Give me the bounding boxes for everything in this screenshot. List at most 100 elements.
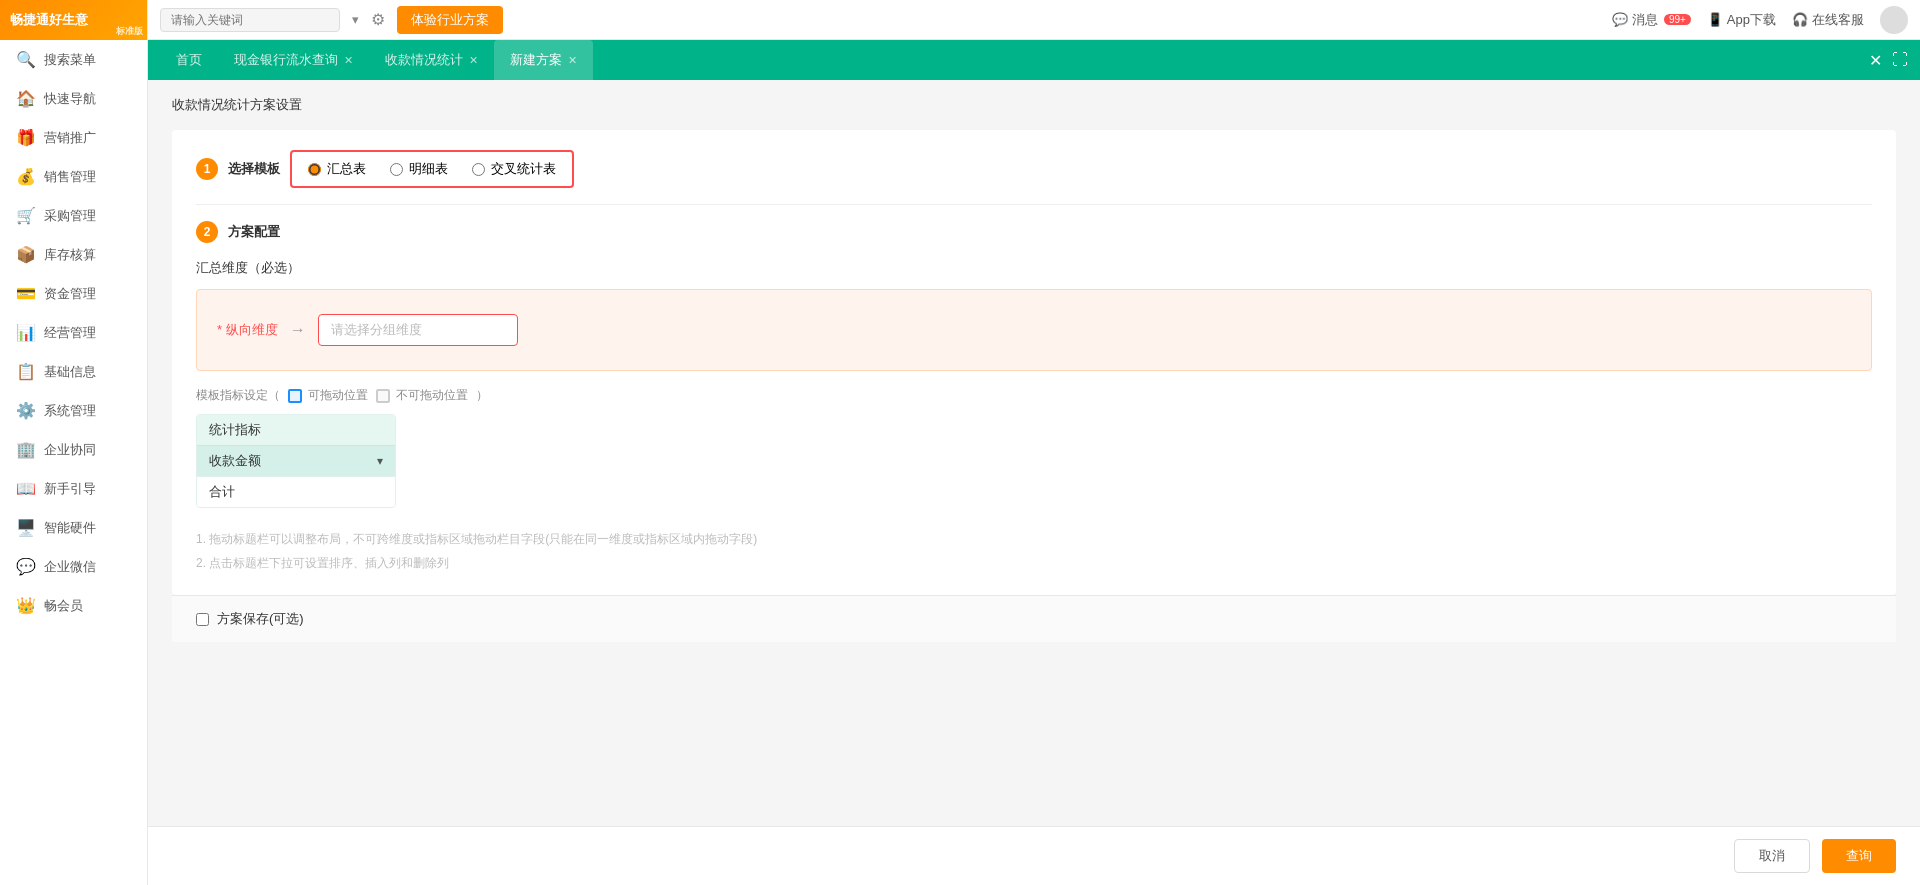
- divider-1: [196, 204, 1872, 205]
- page-title: 收款情况统计方案设置: [172, 96, 1896, 114]
- sidebar-item-operation[interactable]: 📊 经营管理: [0, 313, 147, 352]
- tab-home-label: 首页: [176, 51, 202, 69]
- sidebar-label-purchase: 采购管理: [44, 207, 96, 225]
- message-icon: 💬: [1612, 12, 1628, 27]
- chat-icon: 💬: [16, 557, 36, 576]
- sidebar-item-hardware[interactable]: 🖥️ 智能硬件: [0, 508, 147, 547]
- search-icon: 🔍: [16, 50, 36, 69]
- tab-payment[interactable]: 收款情况统计 ✕: [369, 40, 494, 80]
- tip2-text: 2. 点击标题栏下拉可设置排序、插入列和删除列: [196, 556, 449, 570]
- app-label: App下载: [1727, 11, 1776, 29]
- vertical-dimension-label: * 纵向维度: [217, 321, 278, 339]
- radio-detail-input[interactable]: [390, 163, 403, 176]
- tab-payment-close[interactable]: ✕: [469, 54, 478, 67]
- tab-new-plan[interactable]: 新建方案 ✕: [494, 40, 593, 80]
- metrics-dropdown-icon[interactable]: ▾: [377, 454, 383, 468]
- sidebar-item-marketing[interactable]: 🎁 营销推广: [0, 118, 147, 157]
- user-avatar[interactable]: [1880, 6, 1908, 34]
- tab-cashflow[interactable]: 现金银行流水查询 ✕: [218, 40, 369, 80]
- sidebar-label-guide: 新手引导: [44, 480, 96, 498]
- sidebar-item-finance[interactable]: 💳 资金管理: [0, 274, 147, 313]
- template-selector: 汇总表 明细表 交叉统计表: [290, 150, 574, 188]
- tab-home[interactable]: 首页: [160, 40, 218, 80]
- radio-cross-label: 交叉统计表: [491, 160, 556, 178]
- sidebar-item-wechat[interactable]: 💬 企业微信: [0, 547, 147, 586]
- step1-label: 选择模板: [228, 160, 280, 178]
- dimension-section-label: 汇总维度（必选）: [196, 259, 1872, 277]
- settings-icon: ⚙️: [16, 401, 36, 420]
- metrics-header: 统计指标: [197, 415, 395, 446]
- clipboard-icon: 📋: [16, 362, 36, 381]
- sidebar-item-purchase[interactable]: 🛒 采购管理: [0, 196, 147, 235]
- sidebar-item-search[interactable]: 🔍 搜索菜单: [0, 40, 147, 79]
- topbar: ▾ ⚙ 体验行业方案 💬 消息 99+ 📱 App下载 🎧 在线客服: [148, 0, 1920, 40]
- window-maximize-icon[interactable]: ⛶: [1892, 51, 1908, 70]
- dimension-area: * 纵向维度 → 请选择分组维度: [196, 289, 1872, 371]
- book-icon: 📖: [16, 479, 36, 498]
- sidebar-label-enterprise: 企业协同: [44, 441, 96, 459]
- sidebar-item-quicknav[interactable]: 🏠 快速导航: [0, 79, 147, 118]
- sidebar-item-guide[interactable]: 📖 新手引导: [0, 469, 147, 508]
- sidebar: 畅捷通好生意 标准版 🔍 搜索菜单 🏠 快速导航 🎁 营销推广 💰 销售管理 🛒…: [0, 0, 148, 885]
- sidebar-logo: 畅捷通好生意 标准版: [0, 0, 147, 40]
- sidebar-label-finance: 资金管理: [44, 285, 96, 303]
- sidebar-item-inventory[interactable]: 📦 库存核算: [0, 235, 147, 274]
- messages-button[interactable]: 💬 消息 99+: [1612, 11, 1691, 29]
- tab-cashflow-label: 现金银行流水查询: [234, 51, 338, 69]
- sidebar-item-sales[interactable]: 💰 销售管理: [0, 157, 147, 196]
- tab-cashflow-close[interactable]: ✕: [344, 54, 353, 67]
- sidebar-label-basic: 基础信息: [44, 363, 96, 381]
- logo-edition: 标准版: [116, 25, 143, 38]
- footer-bar: 取消 查询: [148, 826, 1920, 885]
- sidebar-item-member[interactable]: 👑 畅会员: [0, 586, 147, 625]
- tab-new-plan-label: 新建方案: [510, 51, 562, 69]
- search-dropdown-icon[interactable]: ▾: [352, 12, 359, 27]
- save-checkbox[interactable]: [196, 613, 209, 626]
- message-label: 消息: [1632, 11, 1658, 29]
- service-button[interactable]: 🎧 在线客服: [1792, 11, 1864, 29]
- cart-icon: 🛒: [16, 206, 36, 225]
- app-download-button[interactable]: 📱 App下载: [1707, 11, 1776, 29]
- radio-detail[interactable]: 明细表: [390, 160, 448, 178]
- query-button[interactable]: 查询: [1822, 839, 1896, 873]
- gift-icon: 🎁: [16, 128, 36, 147]
- sidebar-label-member: 畅会员: [44, 597, 83, 615]
- metrics-section-suffix: ）: [476, 387, 488, 404]
- tab-payment-label: 收款情况统计: [385, 51, 463, 69]
- save-label: 方案保存(可选): [217, 610, 304, 628]
- radio-cross-input[interactable]: [472, 163, 485, 176]
- settings-card: 1 选择模板 汇总表 明细表 交叉统计表: [172, 130, 1896, 595]
- metrics-subtotal: 合计: [197, 476, 395, 507]
- radio-summary-label: 汇总表: [327, 160, 366, 178]
- radio-detail-label: 明细表: [409, 160, 448, 178]
- dimension-arrow: →: [290, 321, 306, 339]
- step2-number: 2: [196, 221, 218, 243]
- radio-cross[interactable]: 交叉统计表: [472, 160, 556, 178]
- chart-icon: 📊: [16, 323, 36, 342]
- legend-fixed-label: 不可拖动位置: [396, 387, 468, 404]
- radio-summary[interactable]: 汇总表: [308, 160, 366, 178]
- service-label: 在线客服: [1812, 11, 1864, 29]
- crown-icon: 👑: [16, 596, 36, 615]
- vertical-dimension-row: * 纵向维度 → 请选择分组维度: [217, 314, 518, 346]
- radio-summary-input[interactable]: [308, 163, 321, 176]
- metrics-table: 统计指标 收款金额 ▾ 合计: [196, 414, 396, 508]
- metrics-row-payment[interactable]: 收款金额 ▾: [197, 446, 395, 476]
- sidebar-label-quicknav: 快速导航: [44, 90, 96, 108]
- topbar-right: 💬 消息 99+ 📱 App下载 🎧 在线客服: [1612, 6, 1908, 34]
- cta-button[interactable]: 体验行业方案: [397, 6, 503, 34]
- cancel-button[interactable]: 取消: [1734, 839, 1810, 873]
- sidebar-item-enterprise[interactable]: 🏢 企业协同: [0, 430, 147, 469]
- dimension-select[interactable]: 请选择分组维度: [318, 314, 518, 346]
- search-input[interactable]: [160, 8, 340, 32]
- sidebar-item-system[interactable]: ⚙️ 系统管理: [0, 391, 147, 430]
- sidebar-item-basic[interactable]: 📋 基础信息: [0, 352, 147, 391]
- message-badge: 99+: [1664, 14, 1691, 25]
- tab-new-plan-close[interactable]: ✕: [568, 54, 577, 67]
- window-close-icon[interactable]: ✕: [1869, 51, 1882, 70]
- service-icon: 🎧: [1792, 12, 1808, 27]
- gear-icon[interactable]: ⚙: [371, 10, 385, 29]
- step2-header: 2 方案配置: [196, 221, 1872, 243]
- money-icon: 💰: [16, 167, 36, 186]
- save-section: 方案保存(可选): [172, 595, 1896, 642]
